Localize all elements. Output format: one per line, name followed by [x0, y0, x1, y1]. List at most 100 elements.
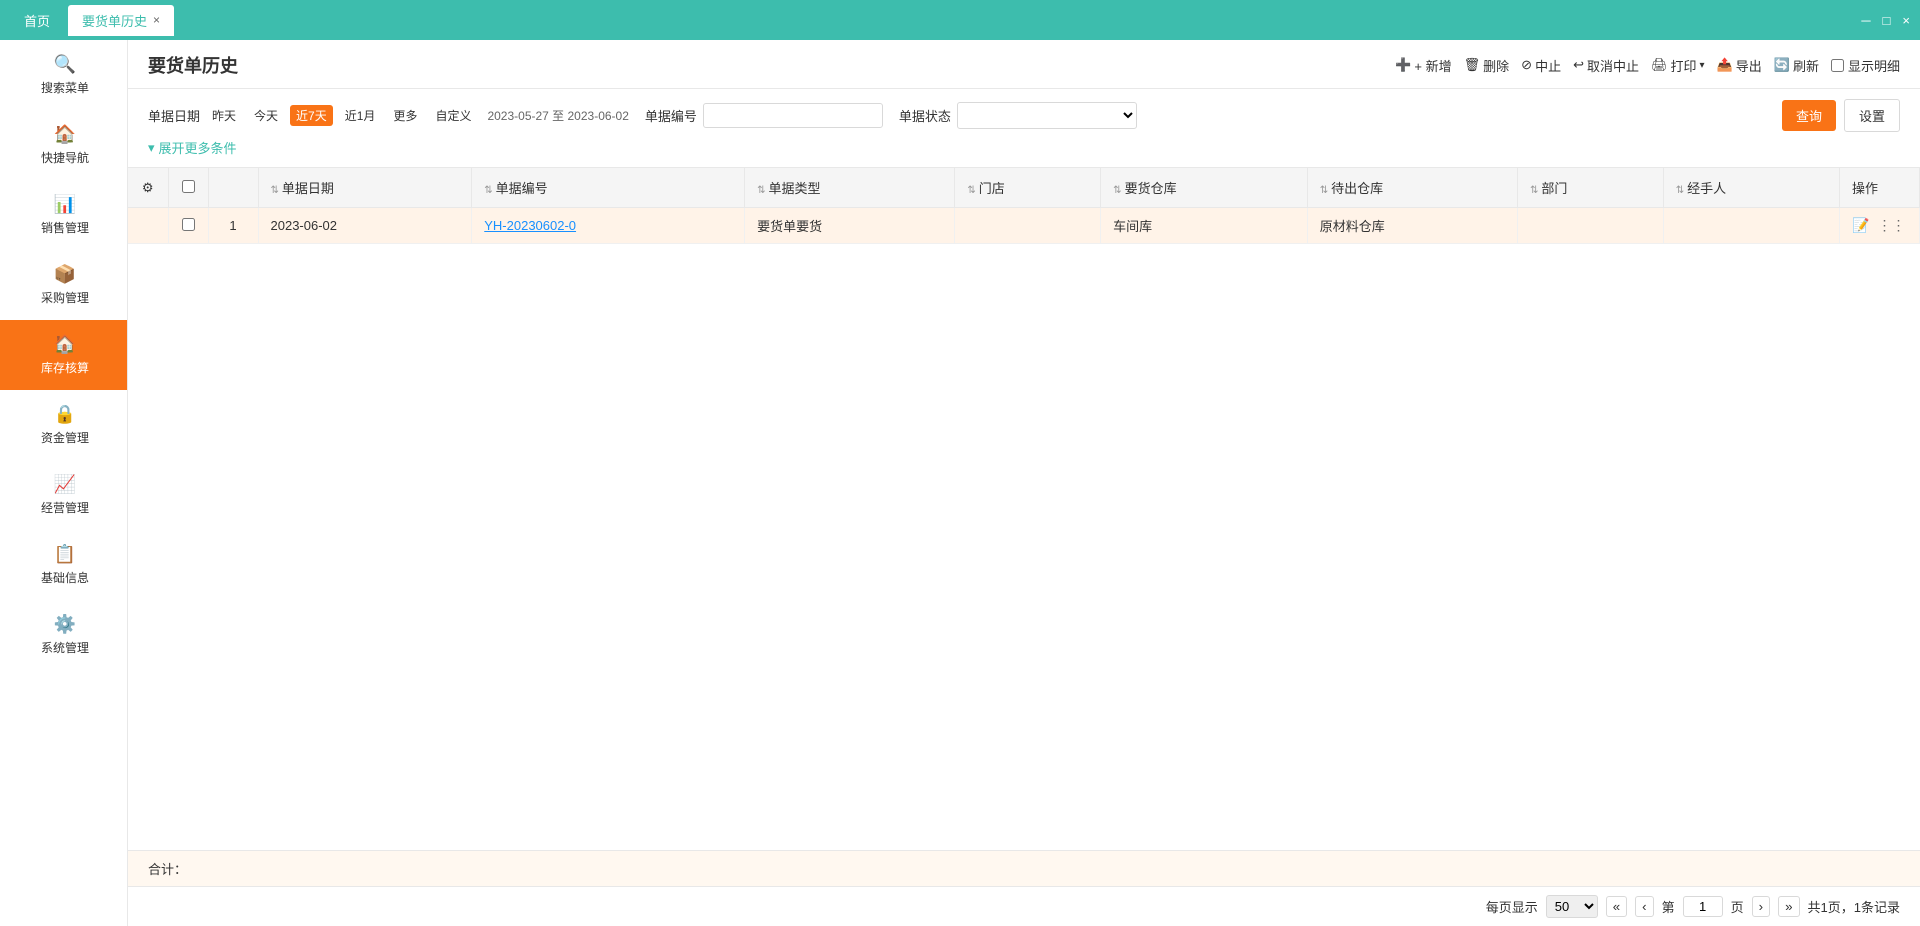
- doc-no-input[interactable]: [703, 103, 883, 128]
- delete-button[interactable]: 🗑 删除: [1464, 56, 1510, 75]
- th-date[interactable]: 单据日期: [258, 168, 472, 208]
- basic-info-icon: 📋: [54, 544, 76, 565]
- tab-close-icon[interactable]: ×: [153, 13, 160, 27]
- search-menu-icon: 🔍: [54, 54, 76, 75]
- finance-icon: 🔒: [54, 404, 76, 425]
- export-button[interactable]: 📤 导出: [1717, 56, 1762, 75]
- row-select-checkbox[interactable]: [182, 218, 195, 231]
- page-title: 要货单历史: [148, 52, 238, 78]
- date-tag-today[interactable]: 今天: [248, 105, 284, 126]
- date-tag-7days[interactable]: 近7天: [290, 105, 333, 126]
- settings-button[interactable]: 设置: [1844, 99, 1900, 132]
- row-date: 2023-06-02: [258, 208, 472, 244]
- print-dropdown-icon: ▾: [1700, 60, 1705, 71]
- date-tag-more[interactable]: 更多: [387, 105, 423, 126]
- add-label: + 新增: [1414, 56, 1451, 75]
- th-doc-no[interactable]: 单据编号: [472, 168, 745, 208]
- row-checkbox[interactable]: [168, 208, 208, 244]
- filter-status: 单据状态: [899, 102, 1137, 129]
- main-layout: 🔍 搜索菜单 🏠 快捷导航 📊 销售管理 📦 采购管理 🏠 库存核算 🔒 资金管…: [0, 40, 1920, 926]
- per-page-select[interactable]: 50 100 200: [1546, 895, 1598, 918]
- sidebar-item-quick-nav[interactable]: 🏠 快捷导航: [0, 110, 127, 180]
- stop-button[interactable]: ⊘ 中止: [1521, 56, 1561, 75]
- th-pending-warehouse[interactable]: 待出仓库: [1307, 168, 1517, 208]
- sidebar-item-label: 销售管理: [41, 219, 89, 236]
- row-edit-icon[interactable]: 📝: [1852, 217, 1869, 234]
- window-close[interactable]: ×: [1902, 13, 1910, 28]
- row-delete-icon[interactable]: ⋮⋮: [1877, 217, 1905, 234]
- data-table: ⚙ 单据日期 单据编号 单据类型 门店 要货仓库 待出仓库 部门 经手人 操作: [128, 168, 1920, 244]
- row-doc-type: 要货单要货: [745, 208, 955, 244]
- th-department[interactable]: 部门: [1517, 168, 1663, 208]
- th-handler[interactable]: 经手人: [1663, 168, 1839, 208]
- refresh-button[interactable]: 🔄 刷新: [1774, 56, 1819, 75]
- sidebar-item-label: 采购管理: [41, 289, 89, 306]
- top-bar-right: ─ □ ×: [1861, 13, 1910, 28]
- date-tag-yesterday[interactable]: 昨天: [206, 105, 242, 126]
- sidebar-item-inventory[interactable]: 🏠 库存核算: [0, 320, 127, 390]
- sidebar-item-label: 搜索菜单: [41, 79, 89, 96]
- pagination: 每页显示 50 100 200 « ‹ 第 页 › » 共1页，1条记录: [128, 886, 1920, 926]
- page-number-input[interactable]: [1683, 896, 1723, 917]
- expand-icon: ▾: [148, 140, 155, 156]
- next-page-button[interactable]: ›: [1752, 896, 1770, 917]
- th-settings[interactable]: ⚙: [128, 168, 168, 208]
- sidebar-item-basic-info[interactable]: 📋 基础信息: [0, 530, 127, 600]
- add-button[interactable]: ➕ + 新增: [1395, 56, 1451, 75]
- row-settings: [128, 208, 168, 244]
- cancel-stop-label: 取消中止: [1587, 56, 1639, 75]
- sidebar-item-label: 库存核算: [41, 359, 89, 376]
- th-checkbox: [168, 168, 208, 208]
- display-detail-checkbox[interactable]: [1831, 59, 1844, 72]
- last-page-button[interactable]: »: [1778, 896, 1799, 917]
- refresh-icon: 🔄: [1774, 57, 1790, 73]
- row-doc-no[interactable]: YH-20230602-0: [472, 208, 745, 244]
- display-detail-toggle[interactable]: 显示明细: [1831, 56, 1900, 75]
- row-store: [955, 208, 1101, 244]
- date-tag-1month[interactable]: 近1月: [339, 105, 382, 126]
- window-minimize[interactable]: ─: [1861, 13, 1870, 28]
- delete-label: 删除: [1483, 56, 1509, 75]
- sidebar-item-system[interactable]: ⚙️ 系统管理: [0, 600, 127, 670]
- sidebar-item-search-menu[interactable]: 🔍 搜索菜单: [0, 40, 127, 110]
- window-maximize[interactable]: □: [1883, 13, 1891, 28]
- export-icon: 📤: [1717, 57, 1733, 73]
- refresh-label: 刷新: [1793, 56, 1819, 75]
- tab-home[interactable]: 首页: [10, 5, 64, 36]
- filter-row-1: 单据日期 昨天 今天 近7天 近1月 更多 自定义 2023-05-27 至 2…: [148, 99, 1900, 132]
- status-label: 单据状态: [899, 106, 951, 125]
- date-range-display: 2023-05-27 至 2023-06-02: [487, 107, 628, 124]
- table-footer: 合计：: [128, 850, 1920, 886]
- row-department: [1517, 208, 1663, 244]
- page-title-row: 要货单历史 ➕ + 新增 🗑 删除 ⊘ 中止 ↩: [148, 52, 1900, 88]
- row-action: 📝 ⋮⋮: [1840, 208, 1920, 244]
- delete-icon: 🗑: [1464, 57, 1481, 73]
- stop-label: 中止: [1535, 56, 1561, 75]
- row-pending-warehouse: 原材料仓库: [1307, 208, 1517, 244]
- doc-no-link[interactable]: YH-20230602-0: [484, 218, 576, 233]
- sidebar-item-purchase[interactable]: 📦 采购管理: [0, 250, 127, 320]
- status-select[interactable]: [957, 102, 1137, 129]
- table-row: 1 2023-06-02 YH-20230602-0 要货单要货 车间库 原材料…: [128, 208, 1920, 244]
- table-header-row: ⚙ 单据日期 单据编号 单据类型 门店 要货仓库 待出仓库 部门 经手人 操作: [128, 168, 1920, 208]
- sidebar: 🔍 搜索菜单 🏠 快捷导航 📊 销售管理 📦 采购管理 🏠 库存核算 🔒 资金管…: [0, 40, 128, 926]
- expand-label: 展开更多条件: [159, 138, 237, 157]
- print-button[interactable]: 🖨 打印 ▾: [1651, 56, 1705, 75]
- cancel-stop-button[interactable]: ↩ 取消中止: [1573, 56, 1639, 75]
- sidebar-item-operations[interactable]: 📈 经营管理: [0, 460, 127, 530]
- filter-date: 单据日期 昨天 今天 近7天 近1月 更多 自定义 2023-05-27 至 2…: [148, 105, 629, 126]
- tab-requisition-history[interactable]: 要货单历史 ×: [68, 5, 174, 36]
- sidebar-item-finance[interactable]: 🔒 资金管理: [0, 390, 127, 460]
- query-button[interactable]: 查询: [1782, 100, 1836, 131]
- th-doc-type[interactable]: 单据类型: [745, 168, 955, 208]
- prev-page-button[interactable]: ‹: [1635, 896, 1653, 917]
- row-req-warehouse: 车间库: [1101, 208, 1308, 244]
- th-num: [208, 168, 258, 208]
- select-all-checkbox[interactable]: [182, 180, 195, 193]
- date-tag-custom[interactable]: 自定义: [429, 105, 477, 126]
- th-store[interactable]: 门店: [955, 168, 1101, 208]
- first-page-button[interactable]: «: [1606, 896, 1627, 917]
- expand-conditions-btn[interactable]: ▾ 展开更多条件: [148, 138, 1900, 157]
- sidebar-item-sales[interactable]: 📊 销售管理: [0, 180, 127, 250]
- th-req-warehouse[interactable]: 要货仓库: [1101, 168, 1308, 208]
